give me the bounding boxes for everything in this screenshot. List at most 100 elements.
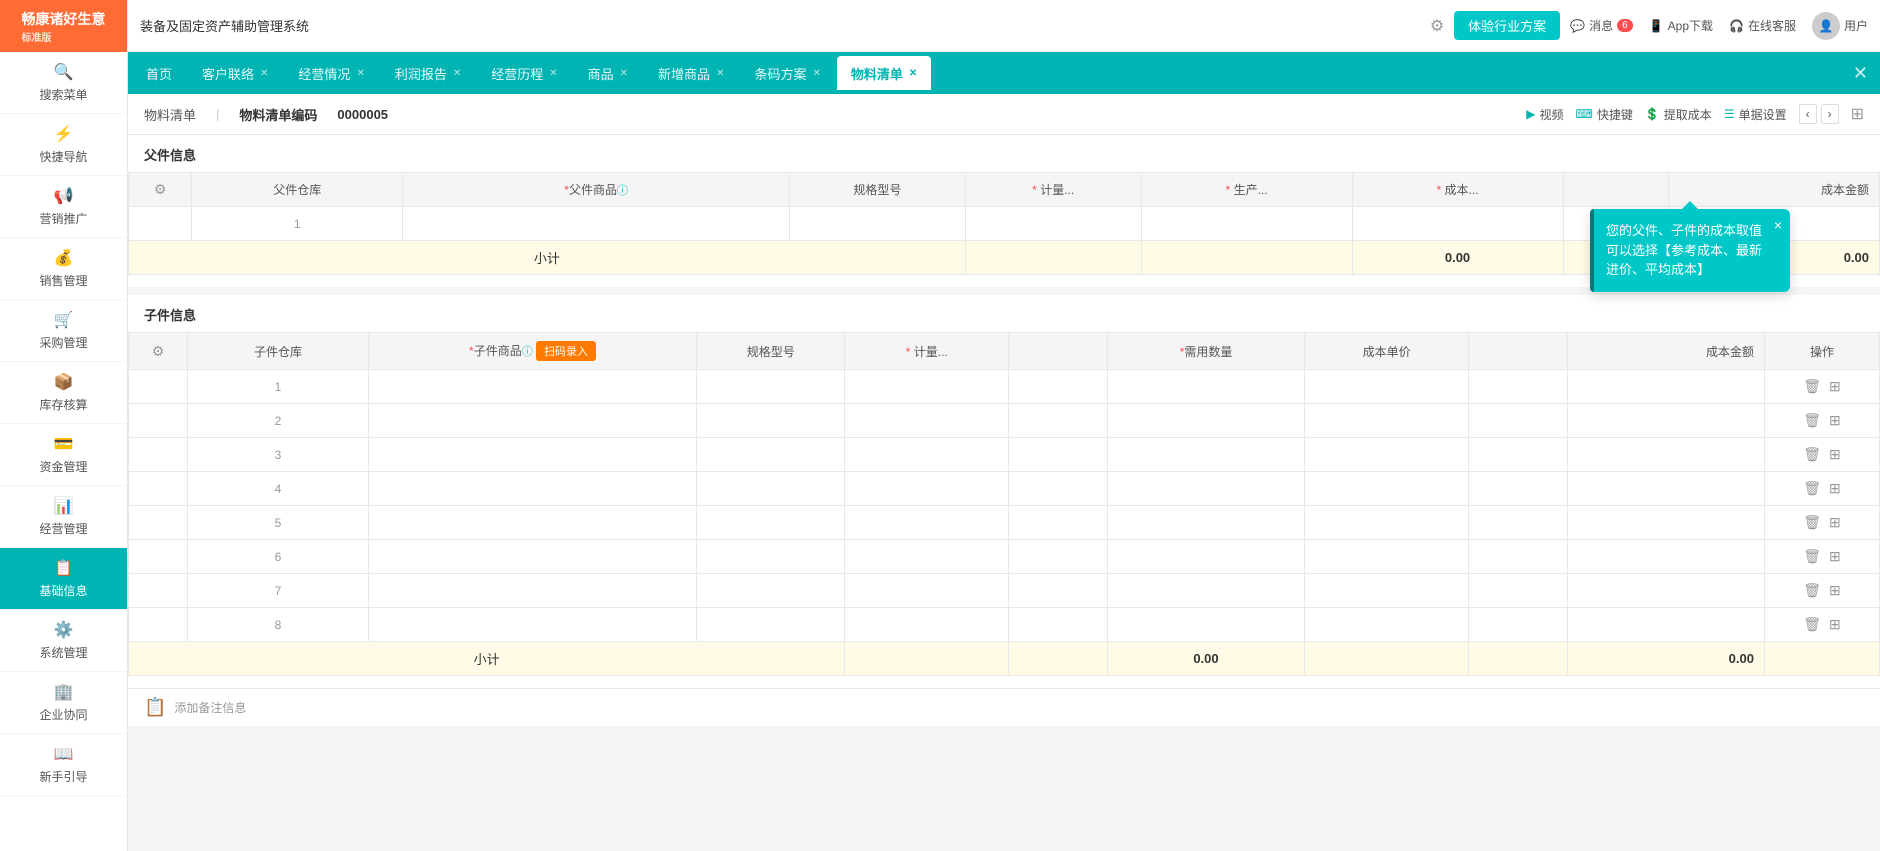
delete-icon-3[interactable]: 🗑: [1803, 446, 1821, 463]
sidebar-item-search[interactable]: 🔍搜索菜单: [0, 52, 127, 114]
child-row-goods-6[interactable]: [368, 540, 697, 574]
sidebar-item-guide[interactable]: 📖新手引导: [0, 734, 127, 796]
sidebar-item-purchase[interactable]: 🛒采购管理: [0, 300, 127, 362]
child-row-spec-1[interactable]: [697, 370, 845, 404]
child-row-qty-7[interactable]: [1107, 574, 1304, 608]
child-row-spec-5[interactable]: [697, 506, 845, 540]
child-row-unit-7[interactable]: [845, 574, 1009, 608]
child-row-unit-cost-8[interactable]: [1305, 608, 1469, 642]
child-row-unit-cost-5[interactable]: [1305, 506, 1469, 540]
parent-row-goods[interactable]: [403, 207, 790, 241]
child-row-goods-2[interactable]: [368, 404, 697, 438]
child-row-qty-5[interactable]: [1107, 506, 1304, 540]
child-row-unit-8[interactable]: [845, 608, 1009, 642]
child-row-spec-4[interactable]: [697, 472, 845, 506]
delete-icon-2[interactable]: 🗑: [1803, 412, 1821, 429]
child-row-goods-3[interactable]: [368, 438, 697, 472]
nav-tab-close-customer[interactable]: ✕: [260, 68, 268, 79]
child-row-unit-cost-1[interactable]: [1305, 370, 1469, 404]
child-row-spec-8[interactable]: [697, 608, 845, 642]
sidebar-item-enterprise[interactable]: 🏢企业协同: [0, 672, 127, 734]
child-row-goods-1[interactable]: [368, 370, 697, 404]
nav-tab-close-business[interactable]: ✕: [356, 68, 364, 79]
sidebar-item-inventory[interactable]: 📦库存核算: [0, 362, 127, 424]
copy-icon-5[interactable]: ⊞: [1829, 514, 1841, 531]
nav-tab-business[interactable]: 经营情况✕: [284, 56, 378, 90]
nav-tab-home[interactable]: 首页: [132, 56, 186, 90]
copy-icon-8[interactable]: ⊞: [1829, 616, 1841, 633]
child-row-spec-3[interactable]: [697, 438, 845, 472]
get-cost-action[interactable]: 💲 提取成本: [1645, 106, 1712, 123]
nav-tab-close-goods[interactable]: ✕: [620, 68, 628, 79]
prev-arrow[interactable]: ‹: [1799, 104, 1817, 124]
copy-icon-3[interactable]: ⊞: [1829, 446, 1841, 463]
parent-row-spec[interactable]: [790, 207, 966, 241]
child-row-goods-4[interactable]: [368, 472, 697, 506]
delete-icon-8[interactable]: 🗑: [1803, 616, 1821, 633]
single-settings-action[interactable]: ☰ 单据设置: [1724, 106, 1787, 123]
copy-icon-4[interactable]: ⊞: [1829, 480, 1841, 497]
child-row-goods-5[interactable]: [368, 506, 697, 540]
nav-tab-close-profit[interactable]: ✕: [453, 68, 461, 79]
child-row-unit-cost-3[interactable]: [1305, 438, 1469, 472]
nav-tab-close-barcode[interactable]: ✕: [812, 68, 820, 79]
parent-settings-gear[interactable]: ⚙: [154, 181, 167, 197]
nav-tab-bom[interactable]: 物料清单✕: [837, 56, 931, 90]
tooltip-close-btn[interactable]: ×: [1774, 215, 1782, 236]
child-row-qty-6[interactable]: [1107, 540, 1304, 574]
child-row-unit-2[interactable]: [845, 404, 1009, 438]
nav-tab-close-history[interactable]: ✕: [549, 68, 557, 79]
nav-tab-close-bom[interactable]: ✕: [909, 68, 917, 79]
copy-icon-6[interactable]: ⊞: [1829, 548, 1841, 565]
child-settings-gear[interactable]: ⚙: [152, 343, 165, 359]
nav-tab-profit[interactable]: 利润报告✕: [381, 56, 475, 90]
copy-icon-7[interactable]: ⊞: [1829, 582, 1841, 599]
child-row-unit-4[interactable]: [845, 472, 1009, 506]
child-row-spec-2[interactable]: [697, 404, 845, 438]
child-row-goods-7[interactable]: [368, 574, 697, 608]
expand-icon[interactable]: ⊞: [1851, 104, 1864, 124]
child-row-qty-8[interactable]: [1107, 608, 1304, 642]
copy-icon-2[interactable]: ⊞: [1829, 412, 1841, 429]
child-row-qty-1[interactable]: [1107, 370, 1304, 404]
child-row-unit-cost-4[interactable]: [1305, 472, 1469, 506]
experience-btn[interactable]: 体验行业方案: [1454, 11, 1560, 40]
child-row-qty-2[interactable]: [1107, 404, 1304, 438]
nav-tab-goods[interactable]: 商品✕: [574, 56, 642, 90]
sidebar-item-quick_nav[interactable]: ⚡快捷导航: [0, 114, 127, 176]
close-all-tabs-icon[interactable]: ✕: [1845, 63, 1876, 84]
child-row-unit-1[interactable]: [845, 370, 1009, 404]
hotkey-action[interactable]: ⌨ 快捷键: [1576, 106, 1633, 123]
child-row-qty-3[interactable]: [1107, 438, 1304, 472]
delete-icon-4[interactable]: 🗑: [1803, 480, 1821, 497]
next-arrow[interactable]: ›: [1821, 104, 1839, 124]
child-row-unit-6[interactable]: [845, 540, 1009, 574]
delete-icon-5[interactable]: 🗑: [1803, 514, 1821, 531]
parent-row-unit[interactable]: [965, 207, 1141, 241]
parent-row-produce[interactable]: [1141, 207, 1352, 241]
child-row-qty-4[interactable]: [1107, 472, 1304, 506]
user-item[interactable]: 👤 用户: [1812, 12, 1868, 40]
child-row-unit-5[interactable]: [845, 506, 1009, 540]
nav-tab-history[interactable]: 经营历程✕: [477, 56, 571, 90]
gear-icon[interactable]: ⚙: [1430, 16, 1444, 36]
sidebar-item-operation[interactable]: 📊经营管理: [0, 486, 127, 548]
copy-icon-1[interactable]: ⊞: [1829, 378, 1841, 395]
child-row-unit-3[interactable]: [845, 438, 1009, 472]
child-row-goods-8[interactable]: [368, 608, 697, 642]
child-row-spec-6[interactable]: [697, 540, 845, 574]
sidebar-item-marketing[interactable]: 📢营销推广: [0, 176, 127, 238]
sidebar-item-finance[interactable]: 💳资金管理: [0, 424, 127, 486]
child-row-spec-7[interactable]: [697, 574, 845, 608]
delete-icon-6[interactable]: 🗑: [1803, 548, 1821, 565]
nav-tab-barcode[interactable]: 条码方案✕: [740, 56, 834, 90]
online-service-item[interactable]: 🎧 在线客服: [1729, 17, 1796, 34]
sidebar-item-basic[interactable]: 📋基础信息: [0, 548, 127, 610]
app-download-item[interactable]: 📱 App下载: [1649, 17, 1713, 34]
child-row-unit-cost-7[interactable]: [1305, 574, 1469, 608]
delete-icon-1[interactable]: 🗑: [1803, 378, 1821, 395]
delete-icon-7[interactable]: 🗑: [1803, 582, 1821, 599]
sidebar-item-sales[interactable]: 💰销售管理: [0, 238, 127, 300]
nav-tab-new_goods[interactable]: 新增商品✕: [644, 56, 738, 90]
sidebar-item-system[interactable]: ⚙️系统管理: [0, 610, 127, 672]
